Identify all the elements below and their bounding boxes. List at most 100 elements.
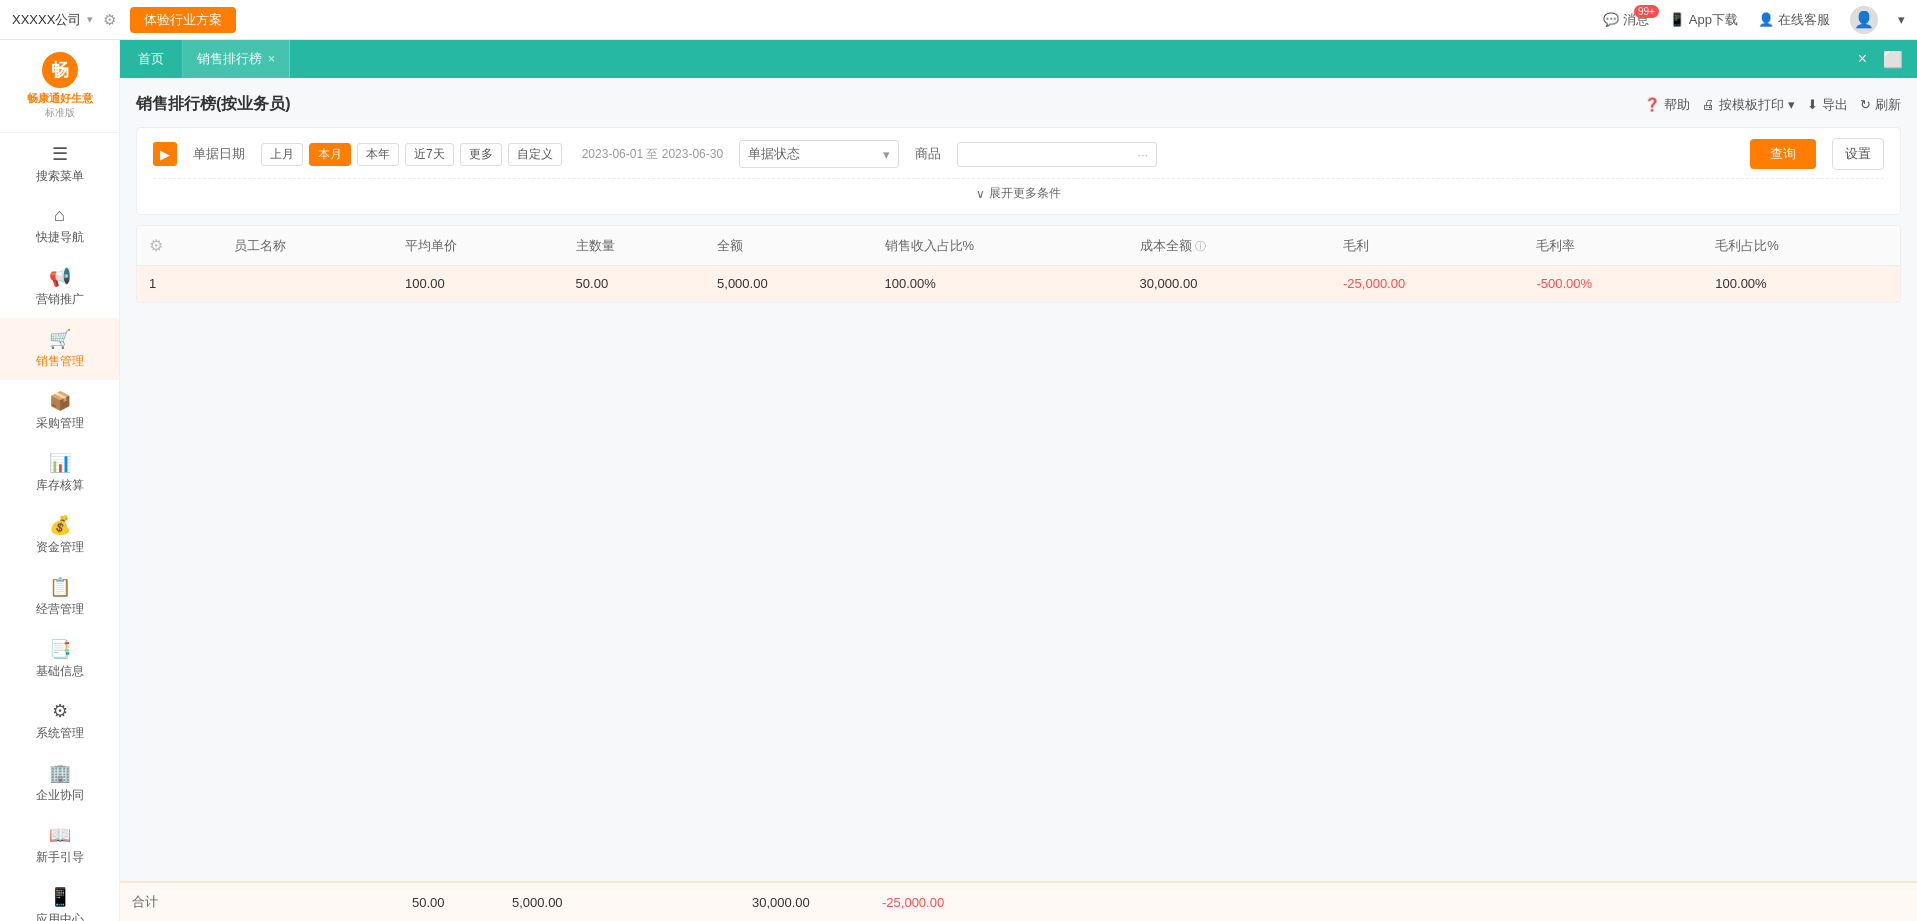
refresh-button[interactable]: ↻ 刷新 (1860, 96, 1901, 114)
help-button[interactable]: ❓ 帮助 (1644, 96, 1690, 114)
window-restore-icon[interactable]: ⬜ (1877, 48, 1909, 71)
sidebar-item-enterprise[interactable]: 🏢 企业协同 (0, 752, 119, 814)
date-filter-label: 单据日期 (193, 145, 245, 163)
sidebar-label-apps: 应用中心 (36, 911, 84, 921)
col-amount: 全额 (705, 226, 873, 266)
tab-close-icon[interactable]: × (268, 52, 275, 66)
avatar[interactable]: 👤 (1850, 6, 1878, 34)
logo-sub: 标准版 (45, 106, 75, 120)
tab-home[interactable]: 首页 (120, 40, 183, 78)
more-icon: ··· (1137, 147, 1148, 162)
cell-amount: 5,000.00 (705, 266, 873, 302)
page-content: 销售排行榜(按业务员) ❓ 帮助 🖨 按模板打印 ▾ ⬇ 导出 (120, 78, 1917, 881)
col-avg-price: 平均单价 (393, 226, 564, 266)
window-close-icon[interactable]: × (1852, 48, 1873, 70)
setting-button[interactable]: 设置 (1832, 138, 1884, 170)
finance-icon: 💰 (49, 514, 71, 536)
apps-icon: 📱 (49, 886, 71, 908)
date-btn-last-month[interactable]: 上月 (261, 143, 303, 166)
sidebar-item-basics[interactable]: 📑 基础信息 (0, 628, 119, 690)
sidebar-label-system: 系统管理 (36, 725, 84, 742)
sidebar-label-guide: 新手引导 (36, 849, 84, 866)
goods-filter-label: 商品 (915, 145, 941, 163)
query-button[interactable]: 查询 (1750, 139, 1816, 169)
cell-rank: 1 (137, 266, 222, 302)
col-settings[interactable]: ⚙ (137, 226, 222, 266)
filter-row: ▶ 单据日期 上月 本月 本年 近7天 更多 自定义 2023-06-01 至 … (153, 138, 1884, 170)
sales-icon: 🛒 (49, 328, 71, 350)
table-row: 1 100.00 50.00 5,000.00 100.00% 30,000.0… (137, 266, 1900, 302)
marketing-icon: 📢 (49, 266, 71, 288)
sidebar-item-quick-nav[interactable]: ⌂ 快捷导航 (0, 195, 119, 256)
enterprise-icon: 🏢 (49, 762, 71, 784)
filter-collapse-icon[interactable]: ▶ (153, 142, 177, 166)
date-btn-7days[interactable]: 近7天 (405, 143, 454, 166)
message-button[interactable]: 💬 消息 99+ (1603, 11, 1649, 29)
col-gross-pct: 毛利占比% (1703, 226, 1900, 266)
date-btn-more[interactable]: 更多 (460, 143, 502, 166)
sidebar-item-apps[interactable]: 📱 应用中心 (0, 876, 119, 921)
col-sales-pct: 销售收入占比% (873, 226, 1128, 266)
topbar-settings-icon[interactable]: ⚙ (103, 11, 116, 29)
top-right-actions: 💬 消息 99+ 📱 App下载 👤 在线客服 👤 ▾ (1603, 6, 1905, 34)
sidebar-item-guide[interactable]: 📖 新手引导 (0, 814, 119, 876)
sidebar-item-system[interactable]: ⚙ 系统管理 (0, 690, 119, 752)
tab-sales-ranking[interactable]: 销售排行榜 × (183, 40, 290, 78)
total-amount: 5,000.00 (512, 895, 632, 910)
app-download-button[interactable]: 📱 App下载 (1669, 11, 1738, 29)
sidebar-item-finance[interactable]: 💰 资金管理 (0, 504, 119, 566)
home-icon: ⌂ (54, 205, 65, 226)
sidebar-item-sales[interactable]: 🛒 销售管理 (0, 318, 119, 380)
sidebar-item-marketing[interactable]: 📢 营销推广 (0, 256, 119, 318)
app-label: App下载 (1689, 11, 1738, 29)
date-btn-this-month[interactable]: 本月 (309, 143, 351, 166)
sidebar-label-purchase: 采购管理 (36, 415, 84, 432)
logo-area: 畅 畅康通好生意 标准版 (0, 40, 119, 133)
sidebar-label-sales: 销售管理 (36, 353, 84, 370)
sidebar-item-operations[interactable]: 📋 经营管理 (0, 566, 119, 628)
print-label: 按模板打印 (1719, 96, 1784, 114)
expand-label: 展开更多条件 (989, 185, 1061, 202)
tab-home-label: 首页 (138, 50, 164, 68)
service-label: 在线客服 (1778, 11, 1830, 29)
print-button[interactable]: 🖨 按模板打印 ▾ (1702, 96, 1795, 114)
app-icon: 📱 (1669, 12, 1685, 27)
data-table: ⚙ 员工名称 平均单价 主数量 全额 销售收入占比% 成本全额 ⓘ 毛利 毛利率… (136, 225, 1901, 303)
company-chevron-icon: ▾ (87, 13, 93, 26)
sidebar-label-finance: 资金管理 (36, 539, 84, 556)
content-area: 首页 销售排行榜 × × ⬜ 销售排行榜(按业务员) ❓ 帮助 (120, 40, 1917, 921)
status-filter-label: 单据状态 (748, 145, 800, 163)
sidebar-item-purchase[interactable]: 📦 采购管理 (0, 380, 119, 442)
date-btn-this-year[interactable]: 本年 (357, 143, 399, 166)
trial-button[interactable]: 体验行业方案 (130, 7, 236, 33)
goods-filter[interactable]: ··· (957, 142, 1157, 167)
expand-icon: ∨ (976, 187, 985, 201)
help-label: 帮助 (1664, 96, 1690, 114)
tab-sales-ranking-label: 销售排行榜 (197, 50, 262, 68)
page-actions: ❓ 帮助 🖨 按模板打印 ▾ ⬇ 导出 ↻ 刷新 (1644, 96, 1901, 114)
sidebar-label-enterprise: 企业协同 (36, 787, 84, 804)
user-name[interactable]: ▾ (1898, 12, 1905, 27)
sidebar-label-marketing: 营销推广 (36, 291, 84, 308)
cell-cost: 30,000.00 (1128, 266, 1331, 302)
status-filter[interactable]: 单据状态 ▾ (739, 140, 899, 168)
online-service-button[interactable]: 👤 在线客服 (1758, 11, 1830, 29)
logo-char: 畅 (51, 58, 69, 82)
date-btn-custom[interactable]: 自定义 (508, 143, 562, 166)
logo-text: 畅康通好生意 (27, 91, 93, 106)
system-icon: ⚙ (52, 700, 68, 722)
sidebar-label-basics: 基础信息 (36, 663, 84, 680)
table-spacer (136, 303, 1901, 603)
table-settings-icon[interactable]: ⚙ (149, 237, 163, 254)
sidebar-item-search[interactable]: ☰ 搜索菜单 (0, 133, 119, 195)
search-icon: ☰ (52, 143, 68, 165)
sidebar-item-inventory[interactable]: 📊 库存核算 (0, 442, 119, 504)
total-qty: 50.00 (412, 895, 512, 910)
avatar-icon: 👤 (1854, 10, 1874, 29)
expand-more-conditions[interactable]: ∨ 展开更多条件 (153, 178, 1884, 204)
export-button[interactable]: ⬇ 导出 (1807, 96, 1848, 114)
cell-gross: -25,000.00 (1331, 266, 1524, 302)
inventory-icon: 📊 (49, 452, 71, 474)
sidebar-label-search: 搜索菜单 (36, 168, 84, 185)
company-selector[interactable]: XXXXX公司 ▾ (12, 11, 93, 29)
